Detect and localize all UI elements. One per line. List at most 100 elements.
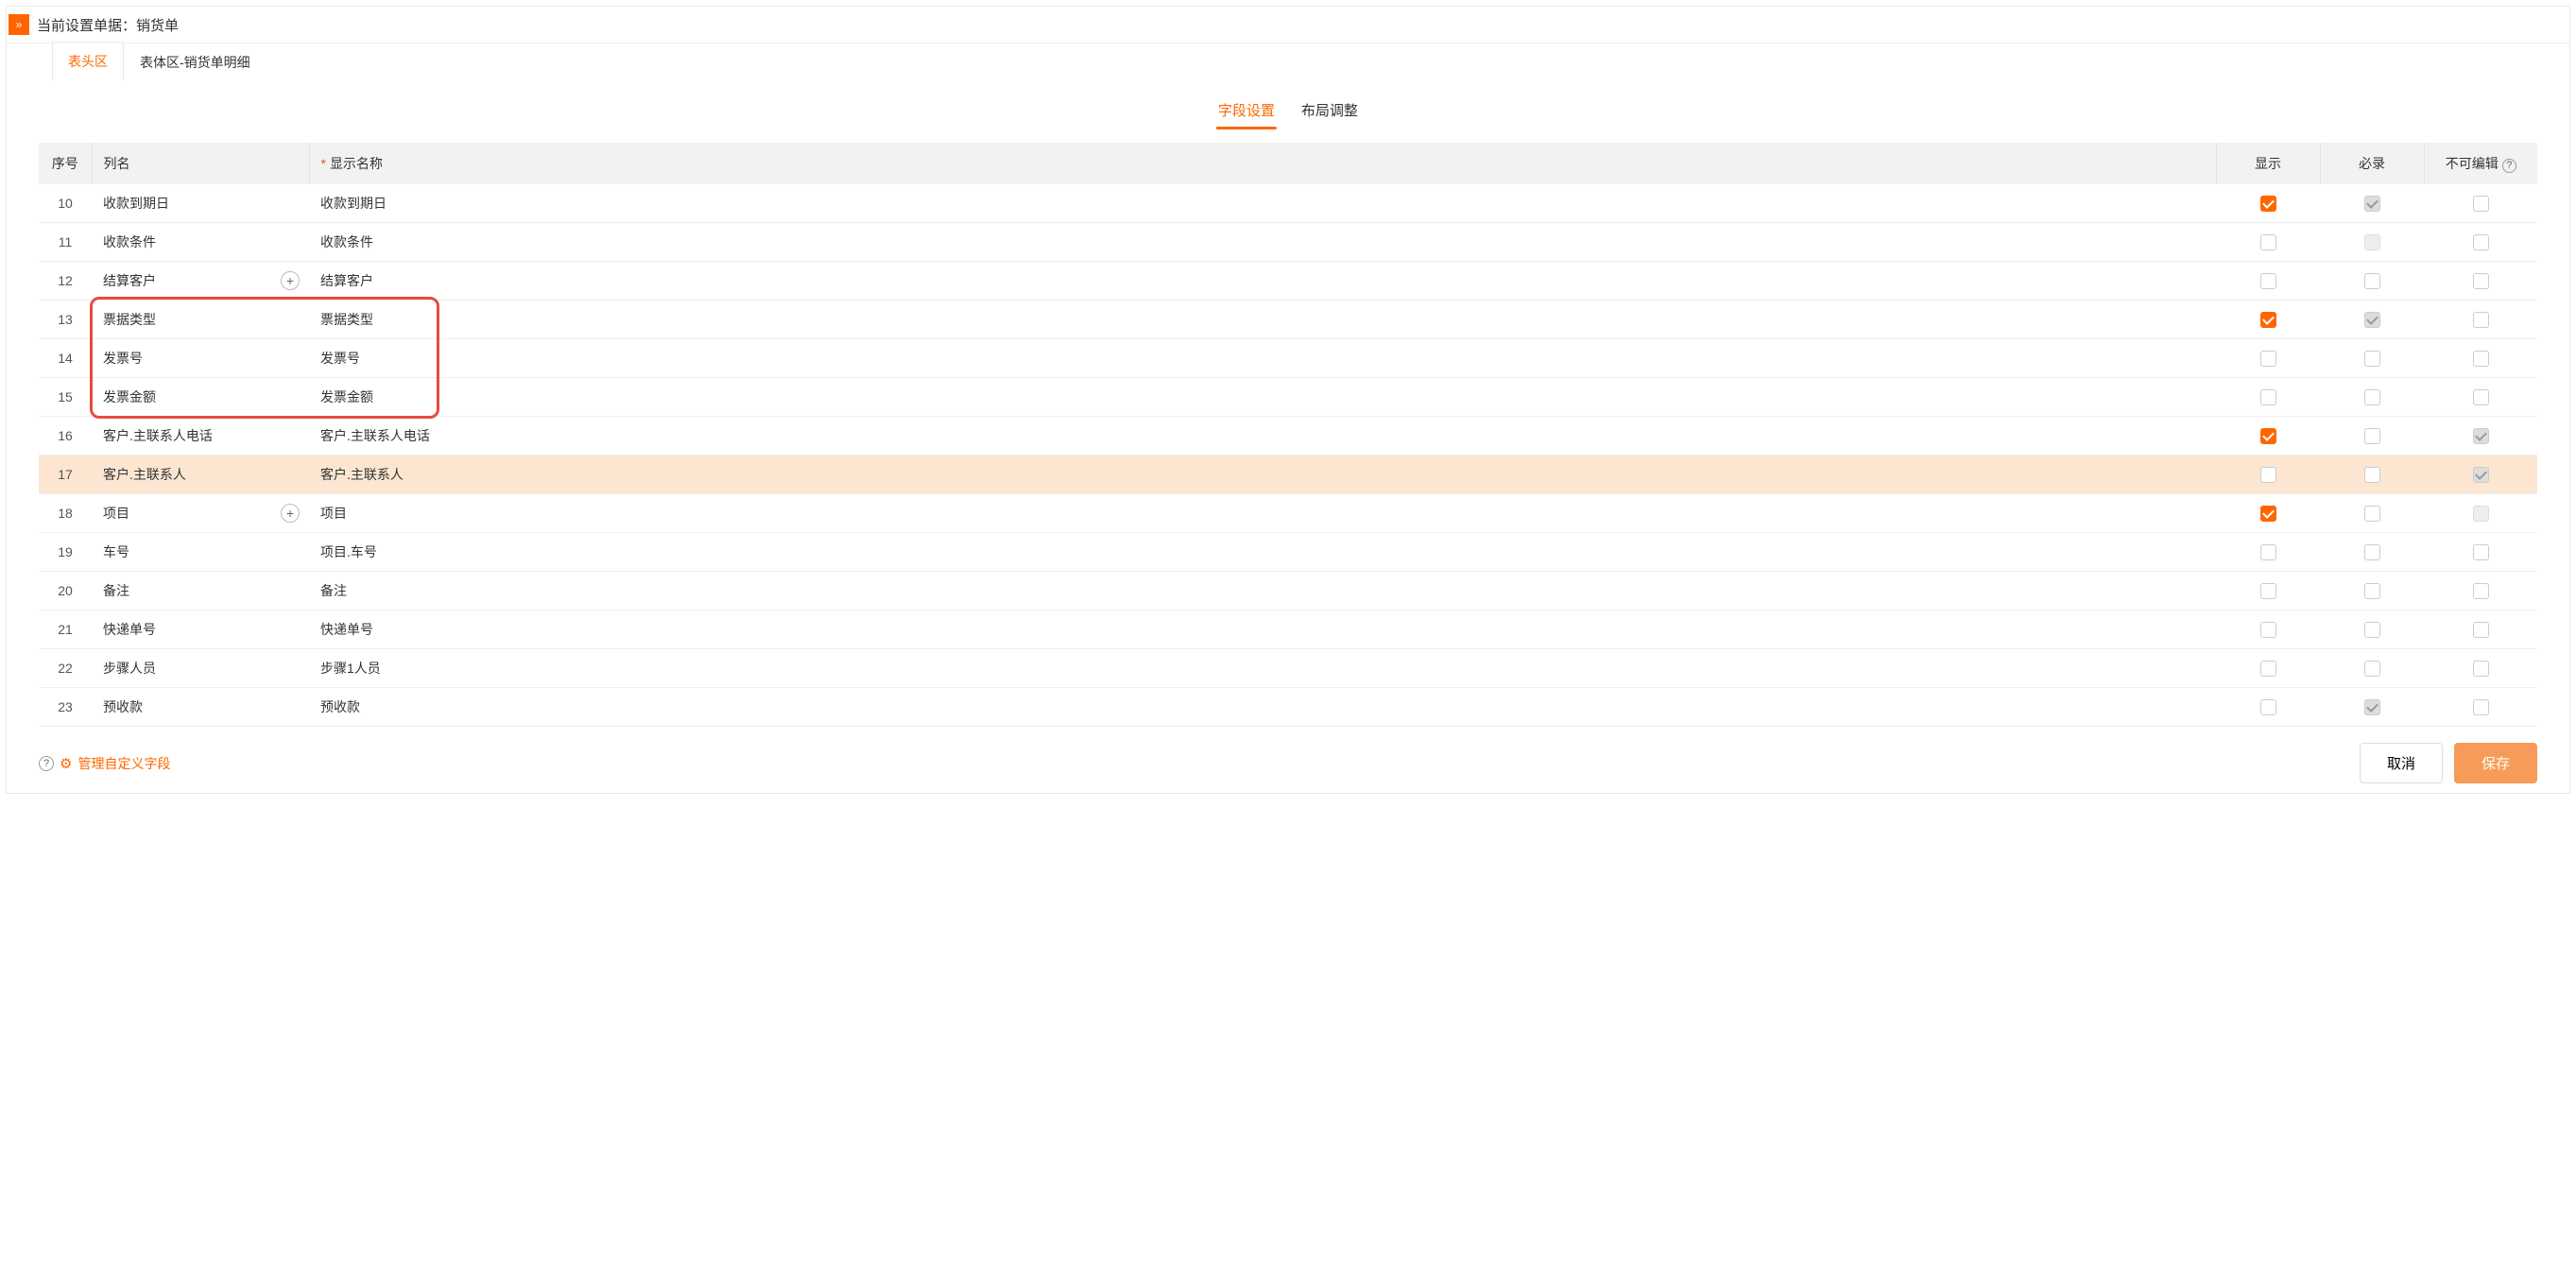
cell-col-name: 快递单号 — [92, 610, 309, 649]
cell-seq: 18 — [39, 494, 92, 533]
tab-1[interactable]: 表体区-销货单明细 — [124, 43, 266, 81]
display-name-input[interactable] — [320, 196, 2205, 211]
cell-seq: 20 — [39, 572, 92, 610]
checkbox-readonly[interactable] — [2473, 661, 2489, 677]
checkbox-required[interactable] — [2364, 583, 2380, 599]
checkbox-show[interactable] — [2260, 234, 2276, 250]
checkbox-show[interactable] — [2260, 467, 2276, 483]
cell-required — [2320, 610, 2424, 649]
checkbox-required[interactable] — [2364, 544, 2380, 560]
checkbox-required[interactable] — [2364, 273, 2380, 289]
question-icon: ? — [39, 756, 54, 771]
cell-readonly — [2424, 417, 2537, 456]
plus-icon[interactable]: + — [281, 504, 300, 523]
table-row: 22步骤人员 — [39, 649, 2537, 688]
display-name-input[interactable] — [320, 389, 2205, 404]
cell-show — [2216, 262, 2320, 301]
sub-tab-1[interactable]: 布局调整 — [1299, 95, 1360, 129]
cell-display-name — [309, 572, 2216, 610]
checkbox-readonly[interactable] — [2473, 583, 2489, 599]
cell-required — [2320, 339, 2424, 378]
cell-required — [2320, 572, 2424, 610]
cell-col-name: 备注 — [92, 572, 309, 610]
cell-col-name: 项目+ — [92, 494, 309, 533]
checkbox-show[interactable] — [2260, 583, 2276, 599]
display-name-input[interactable] — [320, 428, 2205, 443]
cell-display-name — [309, 339, 2216, 378]
cell-show — [2216, 456, 2320, 494]
display-name-input[interactable] — [320, 234, 2205, 249]
cell-show — [2216, 339, 2320, 378]
checkbox-required[interactable] — [2364, 351, 2380, 367]
display-name-input[interactable] — [320, 661, 2205, 676]
display-name-input[interactable] — [320, 506, 2205, 521]
cell-readonly — [2424, 572, 2537, 610]
table-wrap: 序号 列名 *显示名称 显示 必录 不可编辑? 10收款到期日11收款条件12结… — [39, 143, 2537, 727]
save-button[interactable]: 保存 — [2454, 743, 2537, 783]
cell-col-name: 收款条件 — [92, 223, 309, 262]
cell-readonly — [2424, 649, 2537, 688]
main-tabs: 表头区表体区-销货单明细 — [7, 43, 2569, 81]
cell-seq: 12 — [39, 262, 92, 301]
cell-required — [2320, 223, 2424, 262]
checkbox-show[interactable] — [2260, 389, 2276, 405]
checkbox-required[interactable] — [2364, 467, 2380, 483]
display-name-input[interactable] — [320, 467, 2205, 482]
checkbox-show[interactable] — [2260, 506, 2276, 522]
checkbox-readonly[interactable] — [2473, 234, 2489, 250]
checkbox-show[interactable] — [2260, 428, 2276, 444]
sub-tab-0[interactable]: 字段设置 — [1216, 95, 1277, 129]
checkbox-show[interactable] — [2260, 622, 2276, 638]
gear-icon: ⚙ — [60, 755, 72, 772]
checkbox-readonly[interactable] — [2473, 273, 2489, 289]
checkbox-show[interactable] — [2260, 196, 2276, 212]
cell-required — [2320, 184, 2424, 223]
cell-show — [2216, 378, 2320, 417]
checkbox-readonly[interactable] — [2473, 544, 2489, 560]
cell-display-name — [309, 494, 2216, 533]
collapse-toggle-button[interactable]: » — [9, 14, 29, 35]
checkbox-readonly[interactable] — [2473, 351, 2489, 367]
checkbox-readonly[interactable] — [2473, 699, 2489, 715]
tab-0[interactable]: 表头区 — [52, 42, 124, 80]
checkbox-required — [2364, 196, 2380, 212]
sub-tabs: 字段设置布局调整 — [7, 81, 2569, 129]
cancel-button[interactable]: 取消 — [2360, 743, 2443, 783]
cell-show — [2216, 223, 2320, 262]
display-name-input[interactable] — [320, 312, 2205, 327]
display-name-input[interactable] — [320, 622, 2205, 637]
table-row: 16客户.主联系人电话 — [39, 417, 2537, 456]
checkbox-required[interactable] — [2364, 428, 2380, 444]
checkbox-required[interactable] — [2364, 622, 2380, 638]
display-name-input[interactable] — [320, 273, 2205, 288]
checkbox-show[interactable] — [2260, 351, 2276, 367]
checkbox-readonly[interactable] — [2473, 196, 2489, 212]
display-name-input[interactable] — [320, 583, 2205, 598]
checkbox-readonly[interactable] — [2473, 622, 2489, 638]
cell-required — [2320, 456, 2424, 494]
display-name-input[interactable] — [320, 351, 2205, 366]
page-root: » 当前设置单据：销货单 表头区表体区-销货单明细 字段设置布局调整 序号 列名… — [6, 6, 2570, 794]
checkbox-required[interactable] — [2364, 661, 2380, 677]
checkbox-readonly — [2473, 506, 2489, 522]
plus-icon[interactable]: + — [281, 271, 300, 290]
checkbox-readonly[interactable] — [2473, 389, 2489, 405]
checkbox-required[interactable] — [2364, 389, 2380, 405]
cell-show — [2216, 649, 2320, 688]
manage-custom-fields-link[interactable]: ? ⚙ 管理自定义字段 — [39, 754, 170, 773]
display-name-input[interactable] — [320, 699, 2205, 714]
checkbox-show[interactable] — [2260, 312, 2276, 328]
checkbox-show[interactable] — [2260, 699, 2276, 715]
cell-display-name — [309, 301, 2216, 339]
checkbox-required[interactable] — [2364, 506, 2380, 522]
checkbox-show[interactable] — [2260, 661, 2276, 677]
cell-readonly — [2424, 456, 2537, 494]
table-row: 12结算客户+ — [39, 262, 2537, 301]
help-icon[interactable]: ? — [2502, 159, 2516, 173]
cell-required — [2320, 417, 2424, 456]
checkbox-readonly[interactable] — [2473, 312, 2489, 328]
display-name-input[interactable] — [320, 544, 2205, 559]
cell-show — [2216, 494, 2320, 533]
checkbox-show[interactable] — [2260, 273, 2276, 289]
checkbox-show[interactable] — [2260, 544, 2276, 560]
